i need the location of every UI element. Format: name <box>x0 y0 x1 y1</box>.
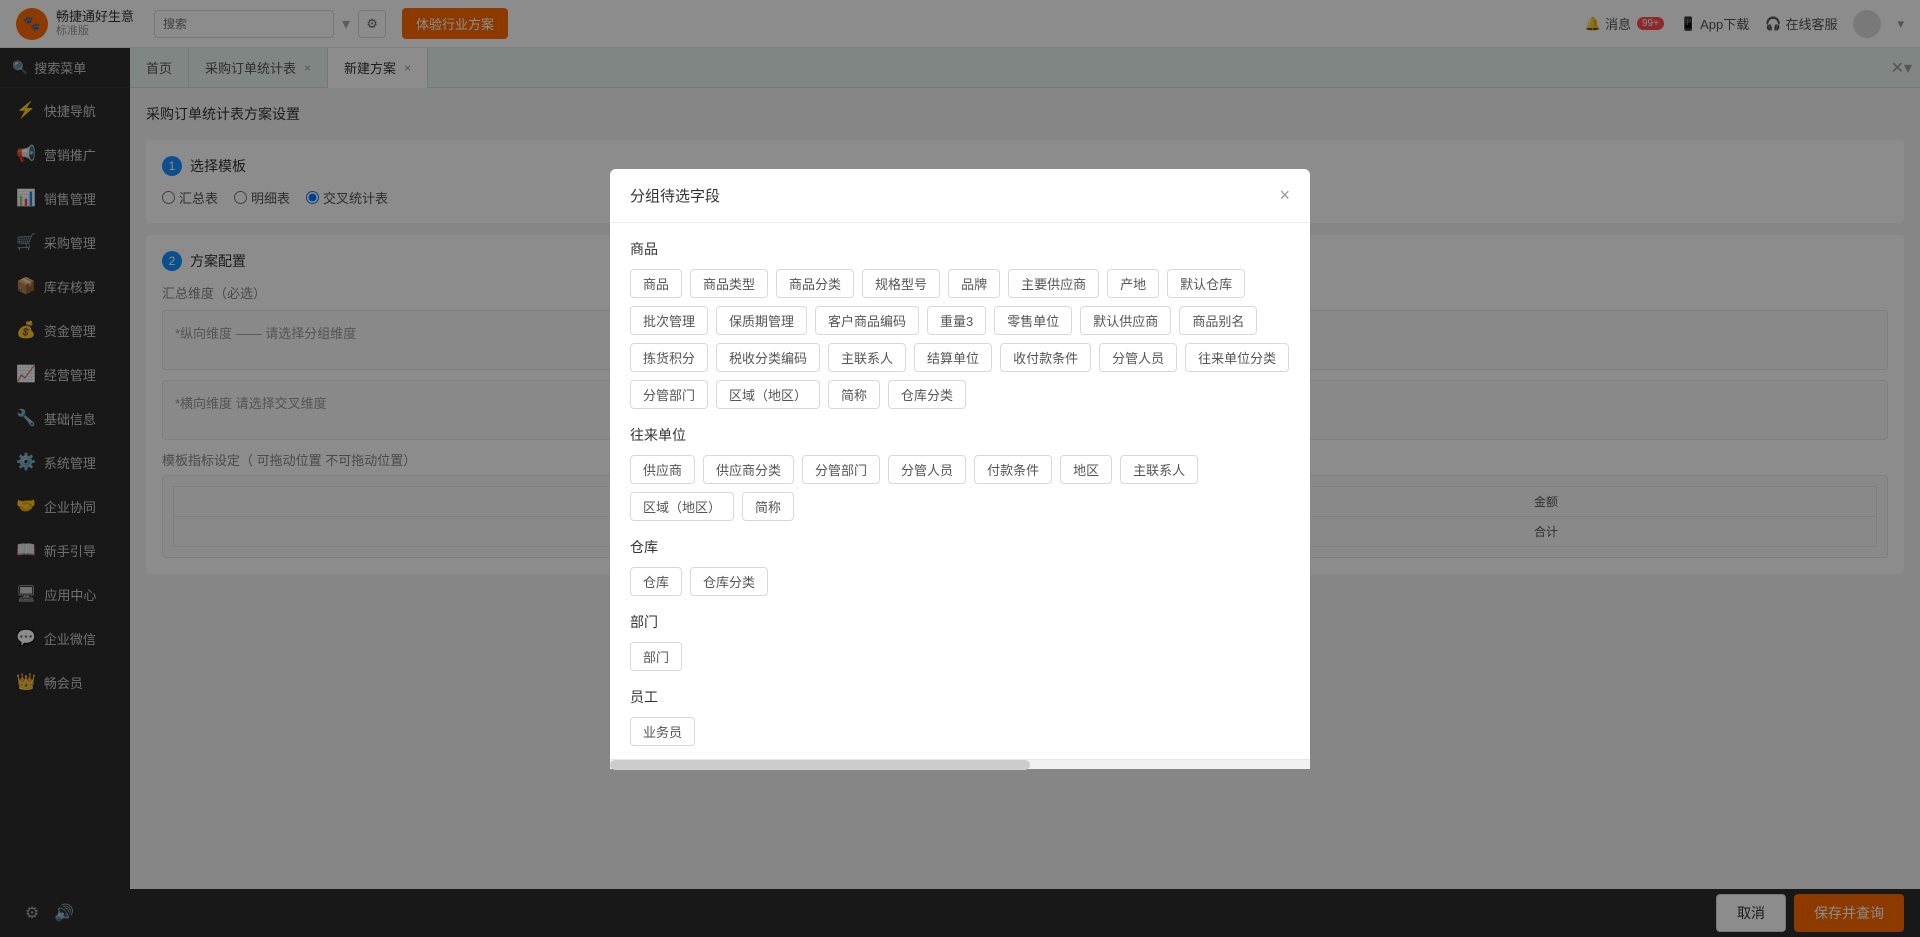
field-tag-保质期管理[interactable]: 保质期管理 <box>716 306 807 335</box>
modal-section-仓库: 仓库仓库仓库分类 <box>630 537 1290 596</box>
field-tag-默认仓库[interactable]: 默认仓库 <box>1167 269 1245 298</box>
modal-section-部门: 部门部门 <box>630 612 1290 671</box>
section-title: 部门 <box>630 612 1290 632</box>
field-tag-规格型号[interactable]: 规格型号 <box>862 269 940 298</box>
field-tag-简称[interactable]: 简称 <box>742 492 794 521</box>
field-tag-简称[interactable]: 简称 <box>828 380 880 409</box>
field-tag-拣货积分[interactable]: 拣货积分 <box>630 343 708 372</box>
field-grid: 仓库仓库分类 <box>630 567 1290 596</box>
field-tag-税收分类编码[interactable]: 税收分类编码 <box>716 343 820 372</box>
field-grid: 供应商供应商分类分管部门分管人员付款条件地区主联系人区域（地区） 简称 <box>630 455 1290 521</box>
field-tag-区域（地区）[interactable]: 区域（地区） <box>716 380 820 409</box>
field-tag-仓库[interactable]: 仓库 <box>630 567 682 596</box>
modal-dialog: 分组待选字段 × 商品商品商品类型商品分类规格型号品牌主要供应商产地默认仓库批次… <box>610 169 1310 769</box>
field-tag-分管人员[interactable]: 分管人员 <box>1099 343 1177 372</box>
modal-header: 分组待选字段 × <box>610 169 1310 223</box>
field-grid: 业务员 <box>630 717 1290 746</box>
modal-section-往来单位: 往来单位供应商供应商分类分管部门分管人员付款条件地区主联系人区域（地区） 简称 <box>630 425 1290 521</box>
field-tag-默认供应商[interactable]: 默认供应商 <box>1080 306 1171 335</box>
field-tag-零售单位[interactable]: 零售单位 <box>994 306 1072 335</box>
field-tag-结算单位[interactable]: 结算单位 <box>914 343 992 372</box>
modal-overlay: 分组待选字段 × 商品商品商品类型商品分类规格型号品牌主要供应商产地默认仓库批次… <box>0 0 1920 937</box>
field-tag-主联系人[interactable]: 主联系人 <box>1120 455 1198 484</box>
field-tag-重量3[interactable]: 重量3 <box>927 306 986 335</box>
field-tag-商品别名[interactable]: 商品别名 <box>1179 306 1257 335</box>
field-tag-仓库分类[interactable]: 仓库分类 <box>690 567 768 596</box>
modal-close-button[interactable]: × <box>1279 185 1290 206</box>
modal-scrollbar-track <box>610 759 1310 769</box>
field-tag-供应商分类[interactable]: 供应商分类 <box>703 455 794 484</box>
field-tag-产地[interactable]: 产地 <box>1107 269 1159 298</box>
field-tag-主联系人[interactable]: 主联系人 <box>828 343 906 372</box>
field-tag-分管人员[interactable]: 分管人员 <box>888 455 966 484</box>
field-tag-收付款条件[interactable]: 收付款条件 <box>1000 343 1091 372</box>
field-tag-地区[interactable]: 地区 <box>1060 455 1112 484</box>
field-tag-部门[interactable]: 部门 <box>630 642 682 671</box>
section-title: 员工 <box>630 687 1290 707</box>
section-title: 商品 <box>630 239 1290 259</box>
field-tag-付款条件[interactable]: 付款条件 <box>974 455 1052 484</box>
field-tag-商品分类[interactable]: 商品分类 <box>776 269 854 298</box>
field-tag-仓库分类[interactable]: 仓库分类 <box>888 380 966 409</box>
field-tag-分管部门[interactable]: 分管部门 <box>630 380 708 409</box>
field-tag-主要供应商[interactable]: 主要供应商 <box>1008 269 1099 298</box>
field-tag-供应商[interactable]: 供应商 <box>630 455 695 484</box>
field-tag-分管部门[interactable]: 分管部门 <box>802 455 880 484</box>
modal-section-商品: 商品商品商品类型商品分类规格型号品牌主要供应商产地默认仓库批次管理保质期管理客户… <box>630 239 1290 409</box>
modal-title: 分组待选字段 <box>630 185 720 206</box>
field-tag-批次管理[interactable]: 批次管理 <box>630 306 708 335</box>
modal-body: 商品商品商品类型商品分类规格型号品牌主要供应商产地默认仓库批次管理保质期管理客户… <box>610 223 1310 759</box>
field-tag-往来单位分类[interactable]: 往来单位分类 <box>1185 343 1289 372</box>
field-grid: 部门 <box>630 642 1290 671</box>
section-title: 往来单位 <box>630 425 1290 445</box>
field-tag-业务员[interactable]: 业务员 <box>630 717 695 746</box>
section-title: 仓库 <box>630 537 1290 557</box>
field-tag-客户商品编码[interactable]: 客户商品编码 <box>815 306 919 335</box>
modal-section-员工: 员工业务员 <box>630 687 1290 746</box>
modal-scrollbar-thumb[interactable] <box>610 760 1030 770</box>
field-tag-品牌[interactable]: 品牌 <box>948 269 1000 298</box>
field-tag-商品类型[interactable]: 商品类型 <box>690 269 768 298</box>
field-tag-区域（地区）[interactable]: 区域（地区） <box>630 492 734 521</box>
field-grid: 商品商品类型商品分类规格型号品牌主要供应商产地默认仓库批次管理保质期管理客户商品… <box>630 269 1290 409</box>
field-tag-商品[interactable]: 商品 <box>630 269 682 298</box>
